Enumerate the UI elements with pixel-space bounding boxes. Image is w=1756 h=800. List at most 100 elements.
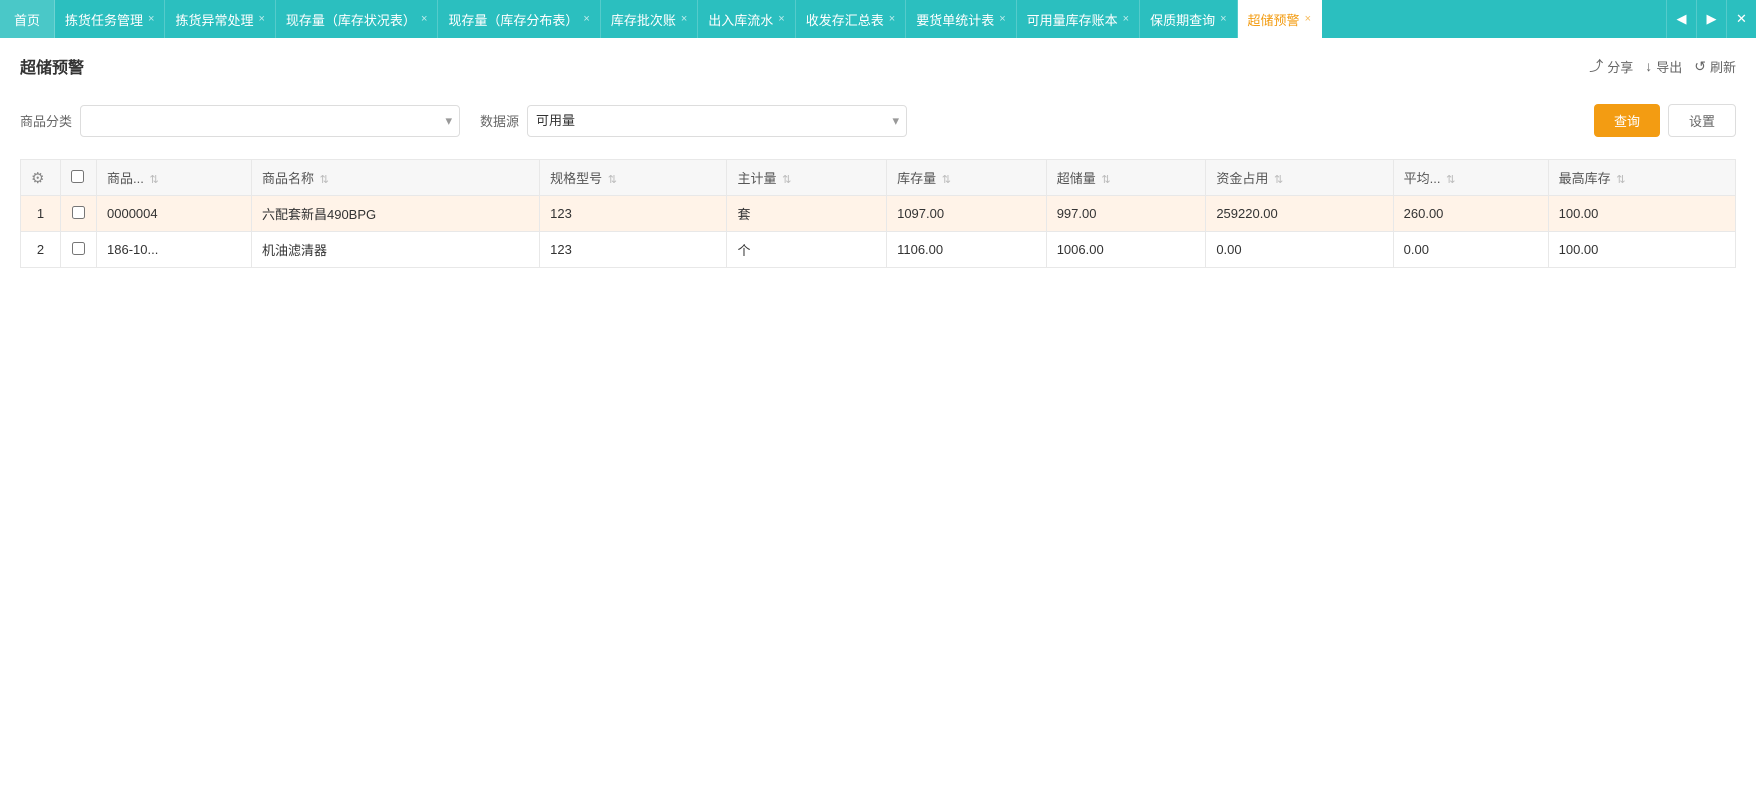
col-spec-header[interactable]: 规格型号 ⇅ <box>540 160 727 196</box>
cell-capital-1: 259220.00 <box>1206 196 1393 232</box>
nav-tab-11[interactable]: 超储预警 × <box>1238 0 1322 38</box>
tab-close-1[interactable]: × <box>148 13 154 25</box>
cell-overstock-1: 997.00 <box>1046 196 1206 232</box>
col-max-stock-label: 最高库存 <box>1559 171 1611 186</box>
col-avg-header[interactable]: 平均... ⇅ <box>1393 160 1548 196</box>
nav-home-label: 首页 <box>14 10 40 29</box>
tab-close-3[interactable]: × <box>421 13 427 25</box>
table-header: ⚙ 商品... ⇅ 商品名称 ⇅ 规格型号 ⇅ 主计量 <box>21 160 1736 196</box>
tab-close-2[interactable]: × <box>258 13 264 25</box>
nav-tab-1[interactable]: 拣货任务管理 × <box>55 0 165 38</box>
data-source-select-wrapper: 可用量 <box>527 105 907 137</box>
cell-spec-1: 123 <box>540 196 727 232</box>
cell-avg-2: 0.00 <box>1393 232 1548 268</box>
tab-label-6: 出入库流水 <box>708 10 773 29</box>
sort-icon-unit: ⇅ <box>782 173 791 186</box>
cell-stock-1: 1097.00 <box>887 196 1047 232</box>
gear-icon[interactable]: ⚙ <box>31 170 44 187</box>
data-source-select[interactable]: 可用量 <box>527 105 907 137</box>
share-label: 分享 <box>1607 57 1633 76</box>
row-index-2: 2 <box>21 232 61 268</box>
nav-tab-3[interactable]: 现存量（库存状况表） × <box>276 0 438 38</box>
cell-product-name-1: 六配套新昌490BPG <box>251 196 539 232</box>
nav-arrow-right[interactable]: ▶ <box>1696 0 1726 38</box>
col-capital-header[interactable]: 资金占用 ⇅ <box>1206 160 1393 196</box>
col-product-name-header[interactable]: 商品名称 ⇅ <box>251 160 539 196</box>
tab-close-10[interactable]: × <box>1220 13 1226 25</box>
cell-capital-2: 0.00 <box>1206 232 1393 268</box>
product-category-select[interactable] <box>80 105 460 137</box>
tab-label-8: 要货单统计表 <box>916 10 994 29</box>
nav-arrows: ◀ ▶ ✕ <box>1666 0 1756 38</box>
share-icon: ⤴ <box>1589 56 1603 76</box>
query-button[interactable]: 查询 <box>1594 104 1660 137</box>
col-unit-header[interactable]: 主计量 ⇅ <box>727 160 887 196</box>
sort-icon-avg: ⇅ <box>1446 173 1455 186</box>
row-checkbox-1 <box>61 196 97 232</box>
row-checkbox-2 <box>61 232 97 268</box>
cell-stock-2: 1106.00 <box>887 232 1047 268</box>
product-category-label: 商品分类 <box>20 111 72 130</box>
tab-close-7[interactable]: × <box>889 13 895 25</box>
nav-tab-7[interactable]: 收发存汇总表 × <box>796 0 906 38</box>
sort-icon-capital: ⇅ <box>1274 173 1283 186</box>
tab-label-5: 库存批次账 <box>611 10 676 29</box>
sort-icon-overstock: ⇅ <box>1101 173 1110 186</box>
page-content: 超储预警 ⤴ 分享 ↓ 导出 ↺ 刷新 商品分类 <box>0 38 1756 800</box>
checkbox-row-1[interactable] <box>72 206 85 219</box>
data-source-label: 数据源 <box>480 111 519 130</box>
cell-spec-2: 123 <box>540 232 727 268</box>
cell-product-code-2: 186-10... <box>97 232 252 268</box>
tab-label-9: 可用量库存账本 <box>1027 10 1118 29</box>
sort-icon-product-name: ⇅ <box>320 173 329 186</box>
col-capital-label: 资金占用 <box>1216 171 1268 186</box>
page-header: 超储预警 ⤴ 分享 ↓ 导出 ↺ 刷新 <box>20 54 1736 78</box>
select-all-checkbox[interactable] <box>71 170 84 183</box>
cell-unit-1: 套 <box>727 196 887 232</box>
sort-icon-stock: ⇅ <box>942 173 951 186</box>
col-stock-header[interactable]: 库存量 ⇅ <box>887 160 1047 196</box>
nav-arrow-left[interactable]: ◀ <box>1666 0 1696 38</box>
cell-max-stock-2: 100.00 <box>1548 232 1735 268</box>
cell-product-code-1: 0000004 <box>97 196 252 232</box>
tab-label-3: 现存量（库存状况表） <box>286 10 416 29</box>
refresh-button[interactable]: ↺ 刷新 <box>1694 57 1736 76</box>
col-overstock-label: 超储量 <box>1057 171 1096 186</box>
nav-arrow-close[interactable]: ✕ <box>1726 0 1756 38</box>
settings-button[interactable]: 设置 <box>1668 104 1736 137</box>
data-table: ⚙ 商品... ⇅ 商品名称 ⇅ 规格型号 ⇅ 主计量 <box>20 159 1736 268</box>
nav-tab-2[interactable]: 拣货异常处理 × <box>165 0 275 38</box>
col-max-stock-header[interactable]: 最高库存 ⇅ <box>1548 160 1735 196</box>
table-body: 1 0000004 六配套新昌490BPG 123 套 1097.00 997.… <box>21 196 1736 268</box>
nav-tab-9[interactable]: 可用量库存账本 × <box>1017 0 1140 38</box>
col-spec-label: 规格型号 <box>550 171 602 186</box>
tab-close-6[interactable]: × <box>778 13 784 25</box>
checkbox-row-2[interactable] <box>72 242 85 255</box>
nav-tab-10[interactable]: 保质期查询 × <box>1140 0 1237 38</box>
sort-icon-product-code: ⇅ <box>149 173 158 186</box>
col-product-code-label: 商品... <box>107 171 144 186</box>
tab-close-5[interactable]: × <box>681 13 687 25</box>
nav-tab-8[interactable]: 要货单统计表 × <box>906 0 1016 38</box>
col-product-code-header[interactable]: 商品... ⇅ <box>97 160 252 196</box>
tab-close-9[interactable]: × <box>1123 13 1129 25</box>
export-label: 导出 <box>1656 57 1682 76</box>
nav-tab-5[interactable]: 库存批次账 × <box>601 0 698 38</box>
product-category-select-wrapper <box>80 105 460 137</box>
nav-tab-6[interactable]: 出入库流水 × <box>698 0 795 38</box>
sort-icon-max-stock: ⇅ <box>1616 173 1625 186</box>
tab-label-2: 拣货异常处理 <box>175 10 253 29</box>
tab-close-8[interactable]: × <box>999 13 1005 25</box>
nav-home[interactable]: 首页 <box>0 0 55 38</box>
col-unit-label: 主计量 <box>737 171 776 186</box>
col-overstock-header[interactable]: 超储量 ⇅ <box>1046 160 1206 196</box>
tab-close-4[interactable]: × <box>583 13 589 25</box>
share-button[interactable]: ⤴ 分享 <box>1589 56 1633 76</box>
filter-buttons: 查询 设置 <box>1594 104 1736 137</box>
tab-label-4: 现存量（库存分布表） <box>448 10 578 29</box>
tab-close-11[interactable]: × <box>1305 13 1311 25</box>
nav-tab-4[interactable]: 现存量（库存分布表） × <box>438 0 600 38</box>
export-button[interactable]: ↓ 导出 <box>1645 57 1682 76</box>
tab-label-7: 收发存汇总表 <box>806 10 884 29</box>
data-source-filter: 数据源 可用量 <box>480 105 907 137</box>
